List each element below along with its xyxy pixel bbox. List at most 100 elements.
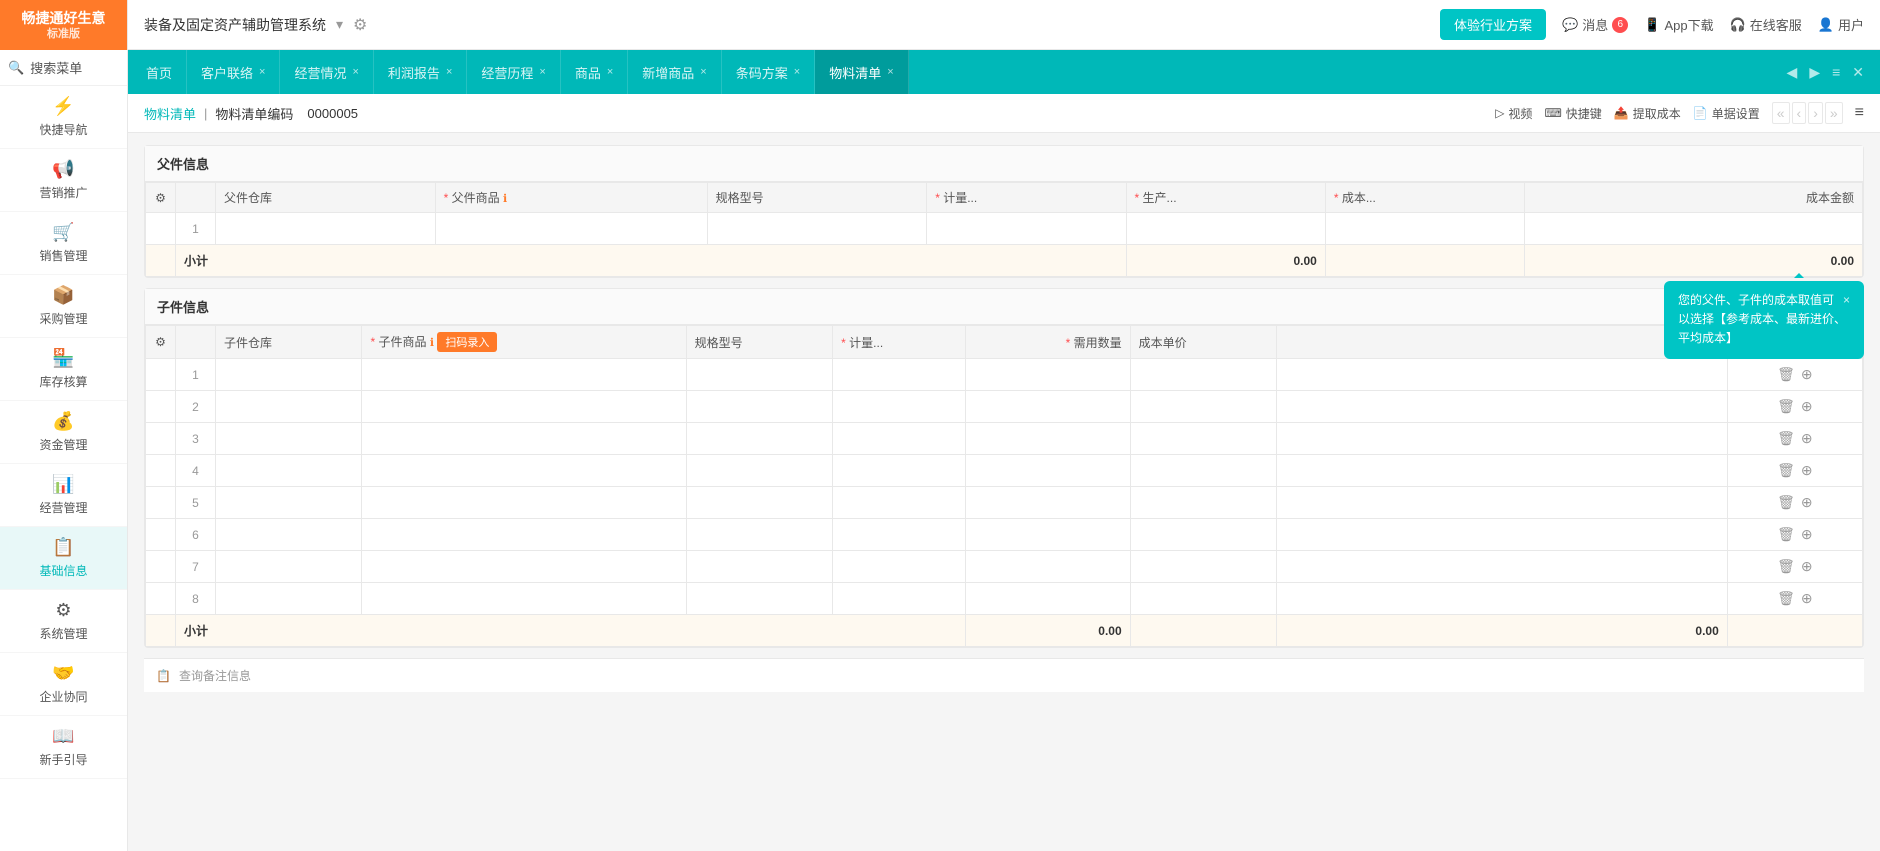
- child-warehouse-cell[interactable]: [216, 487, 362, 519]
- copy-icon[interactable]: ⊕: [1801, 398, 1813, 415]
- delete-icon[interactable]: 🗑: [1777, 494, 1795, 511]
- copy-icon[interactable]: ⊕: [1801, 494, 1813, 511]
- nav-prev-icon[interactable]: ◀: [1783, 64, 1802, 81]
- message-button[interactable]: 💬 消息 6: [1562, 15, 1628, 34]
- tab-barcode-close[interactable]: ×: [794, 66, 800, 78]
- page-last-icon[interactable]: »: [1825, 102, 1843, 124]
- product-info-icon[interactable]: ℹ: [503, 193, 507, 205]
- tab-bom-close[interactable]: ×: [887, 66, 893, 78]
- tab-profit[interactable]: 利润报告 ×: [374, 50, 467, 94]
- settings-icon[interactable]: ⚙: [353, 15, 367, 35]
- child-warehouse-cell[interactable]: [216, 583, 362, 615]
- nav-next-icon[interactable]: ▶: [1805, 64, 1824, 81]
- child-spec-cell[interactable]: [686, 487, 832, 519]
- video-action[interactable]: ▷ 视频: [1495, 105, 1532, 122]
- child-needed-cell[interactable]: [966, 423, 1131, 455]
- child-cost-price-cell[interactable]: [1130, 391, 1276, 423]
- child-needed-cell[interactable]: [966, 359, 1131, 391]
- tab-profit-close[interactable]: ×: [446, 66, 452, 78]
- nav-close-icon[interactable]: ✕: [1848, 64, 1868, 81]
- child-cost-price-cell[interactable]: [1130, 359, 1276, 391]
- child-spec-cell[interactable]: [686, 359, 832, 391]
- single-settings-action[interactable]: 📄 单据设置: [1693, 105, 1760, 122]
- child-spec-cell[interactable]: [686, 455, 832, 487]
- child-unit-cell[interactable]: [833, 551, 966, 583]
- child-cost-price-cell[interactable]: [1130, 519, 1276, 551]
- scan-button[interactable]: 扫码录入: [437, 332, 497, 352]
- tab-bom[interactable]: 物料清单 ×: [815, 50, 908, 94]
- parent-warehouse-cell[interactable]: [216, 213, 436, 245]
- search-menu[interactable]: 🔍 搜索菜单: [0, 50, 127, 86]
- child-product-cell[interactable]: [362, 551, 686, 583]
- sidebar-item-marketing[interactable]: 📢 营销推广: [0, 149, 127, 212]
- tab-history[interactable]: 经营历程 ×: [467, 50, 560, 94]
- shortcut-action[interactable]: ⌨ 快捷键: [1544, 105, 1601, 122]
- page-prev-icon[interactable]: ‹: [1792, 102, 1807, 124]
- nav-menu-icon[interactable]: ≡: [1828, 64, 1844, 80]
- child-gear-icon[interactable]: ⚙: [155, 335, 166, 349]
- parent-production-cell[interactable]: [1126, 213, 1325, 245]
- child-unit-cell[interactable]: [833, 583, 966, 615]
- sidebar-item-enterprise[interactable]: 🤝 企业协同: [0, 653, 127, 716]
- copy-icon[interactable]: ⊕: [1801, 366, 1813, 383]
- tab-customer-close[interactable]: ×: [259, 66, 265, 78]
- delete-icon[interactable]: 🗑: [1777, 366, 1795, 383]
- child-warehouse-cell[interactable]: [216, 423, 362, 455]
- child-warehouse-cell[interactable]: [216, 391, 362, 423]
- child-needed-cell[interactable]: [966, 551, 1131, 583]
- sidebar-item-operations[interactable]: 📊 经营管理: [0, 464, 127, 527]
- child-needed-cell[interactable]: [966, 583, 1131, 615]
- child-spec-cell[interactable]: [686, 519, 832, 551]
- dropdown-arrow-icon[interactable]: ▾: [336, 16, 343, 33]
- tab-new-goods-close[interactable]: ×: [700, 66, 706, 78]
- tab-goods-close[interactable]: ×: [607, 66, 613, 78]
- tooltip-close-button[interactable]: ×: [1843, 291, 1850, 310]
- sidebar-item-guide[interactable]: 📖 新手引导: [0, 716, 127, 779]
- online-service-button[interactable]: 🎧 在线客服: [1730, 15, 1802, 34]
- page-first-icon[interactable]: «: [1772, 102, 1790, 124]
- copy-icon[interactable]: ⊕: [1801, 590, 1813, 607]
- child-product-cell[interactable]: [362, 391, 686, 423]
- app-download-button[interactable]: 📱 App下载: [1644, 15, 1713, 34]
- delete-icon[interactable]: 🗑: [1777, 590, 1795, 607]
- delete-icon[interactable]: 🗑: [1777, 558, 1795, 575]
- page-next-icon[interactable]: ›: [1808, 102, 1823, 124]
- parent-unit-cell[interactable]: [927, 213, 1126, 245]
- sidebar-item-purchase[interactable]: 📦 采购管理: [0, 275, 127, 338]
- child-cost-price-cell[interactable]: [1130, 455, 1276, 487]
- delete-icon[interactable]: 🗑: [1777, 462, 1795, 479]
- child-unit-cell[interactable]: [833, 519, 966, 551]
- child-product-cell[interactable]: [362, 487, 686, 519]
- tab-home[interactable]: 首页: [132, 50, 187, 94]
- tab-history-close[interactable]: ×: [539, 66, 545, 78]
- child-cost-price-cell[interactable]: [1130, 487, 1276, 519]
- user-button[interactable]: 👤 用户: [1818, 15, 1864, 34]
- sidebar-item-finance[interactable]: 💰 资金管理: [0, 401, 127, 464]
- child-unit-cell[interactable]: [833, 423, 966, 455]
- sidebar-item-quick-nav[interactable]: ⚡ 快捷导航: [0, 86, 127, 149]
- child-needed-cell[interactable]: [966, 519, 1131, 551]
- copy-icon[interactable]: ⊕: [1801, 526, 1813, 543]
- child-cost-price-cell[interactable]: [1130, 551, 1276, 583]
- sidebar-item-inventory[interactable]: 🏪 库存核算: [0, 338, 127, 401]
- breadcrumb-bom[interactable]: 物料清单: [144, 104, 196, 123]
- tab-goods[interactable]: 商品 ×: [561, 50, 628, 94]
- parent-product-cell[interactable]: [435, 213, 707, 245]
- copy-icon[interactable]: ⊕: [1801, 430, 1813, 447]
- sidebar-item-basic-info[interactable]: 📋 基础信息: [0, 527, 127, 590]
- child-warehouse-cell[interactable]: [216, 359, 362, 391]
- child-unit-cell[interactable]: [833, 359, 966, 391]
- sidebar-item-sales[interactable]: 🛒 销售管理: [0, 212, 127, 275]
- child-cost-price-cell[interactable]: [1130, 423, 1276, 455]
- child-needed-cell[interactable]: [966, 455, 1131, 487]
- copy-icon[interactable]: ⊕: [1801, 558, 1813, 575]
- delete-icon[interactable]: 🗑: [1777, 526, 1795, 543]
- child-spec-cell[interactable]: [686, 551, 832, 583]
- child-needed-cell[interactable]: [966, 487, 1131, 519]
- parent-spec-cell[interactable]: [707, 213, 927, 245]
- sidebar-item-system[interactable]: ⚙ 系统管理: [0, 590, 127, 653]
- child-warehouse-cell[interactable]: [216, 551, 362, 583]
- child-product-info-icon[interactable]: ℹ: [430, 337, 434, 349]
- tab-operations[interactable]: 经营情况 ×: [280, 50, 373, 94]
- trial-button[interactable]: 体验行业方案: [1440, 9, 1546, 40]
